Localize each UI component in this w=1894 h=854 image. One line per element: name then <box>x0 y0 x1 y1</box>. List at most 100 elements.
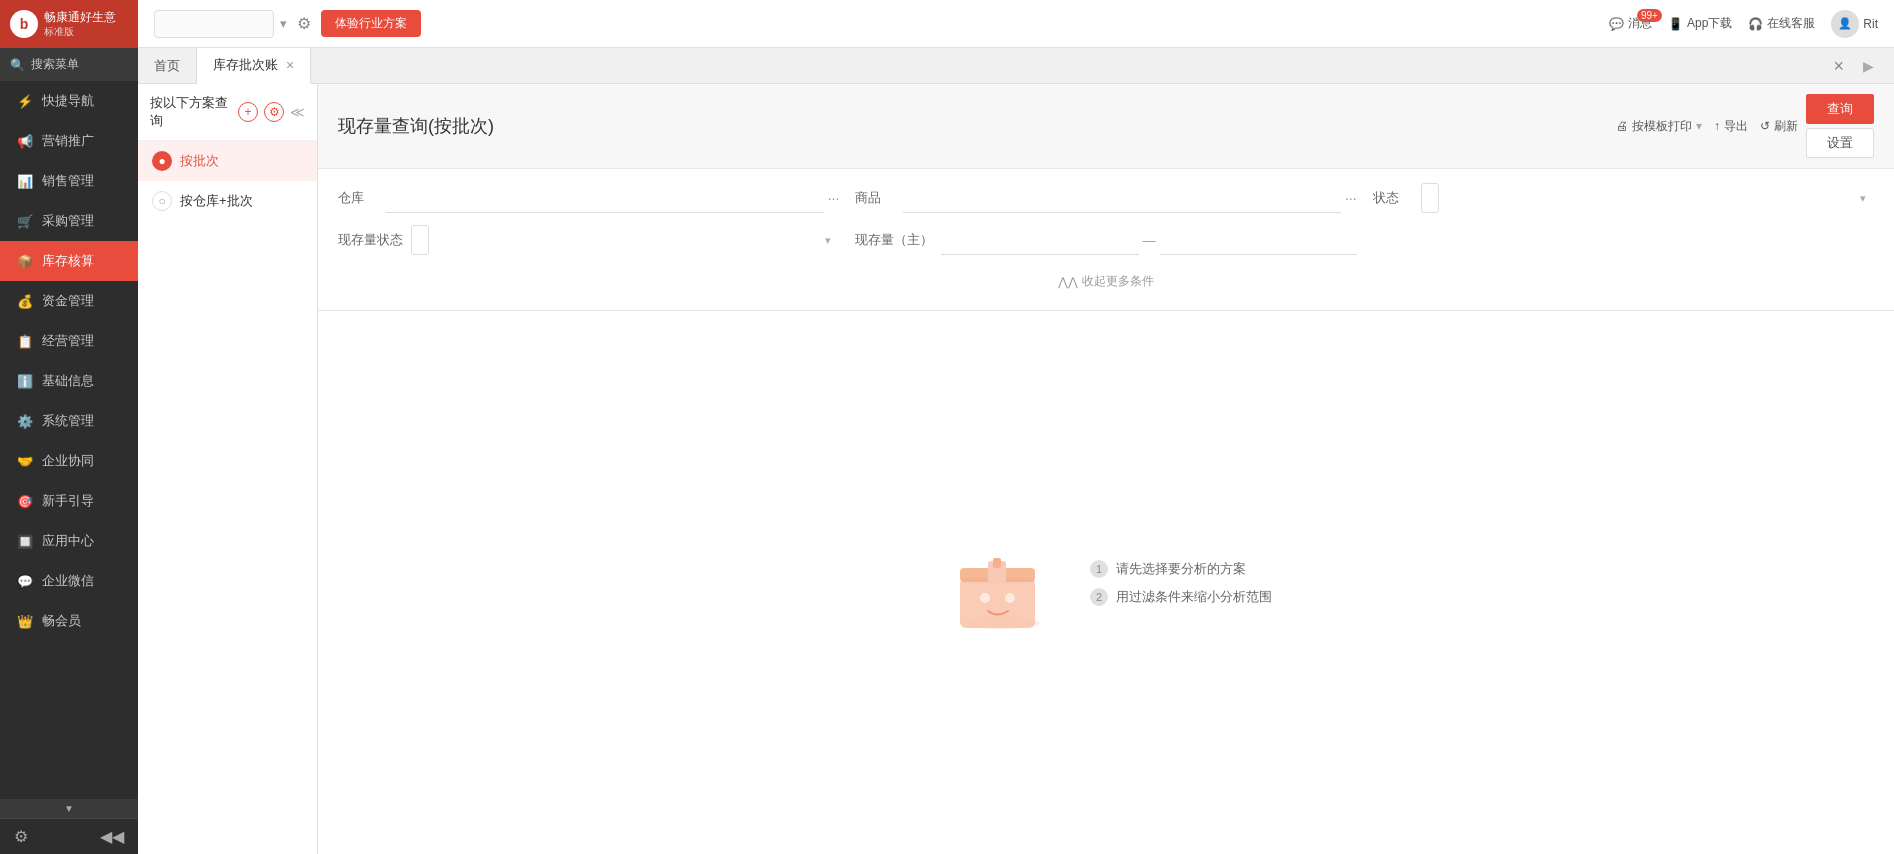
nav-icon-4: 📦 <box>16 252 34 270</box>
empty-state: 1 请先选择要分析的方案 2 用过滤条件来缩小分析范围 <box>318 311 1894 854</box>
export-icon: ↑ <box>1714 119 1720 133</box>
sidebar-item-6[interactable]: 📋经营管理 <box>0 321 138 361</box>
empty-tip-1: 1 请先选择要分析的方案 <box>1090 560 1272 578</box>
scheme-item-warehouse-batch[interactable]: ○ 按仓库+批次 <box>138 181 317 221</box>
collapse-label: 收起更多条件 <box>1082 273 1154 290</box>
sidebar-search[interactable]: 🔍 搜索菜单 <box>0 48 138 81</box>
stock-status-select-wrap <box>411 225 839 255</box>
headset-icon: 🎧 <box>1748 17 1763 31</box>
sidebar-footer: ⚙ ◀◀ <box>0 818 138 854</box>
query-btn[interactable]: 查询 <box>1806 94 1874 124</box>
sidebar-item-1[interactable]: 📢营销推广 <box>0 121 138 161</box>
print-btn[interactable]: 🖨 按模板打印 ▾ <box>1616 118 1702 135</box>
sidebar-item-8[interactable]: ⚙️系统管理 <box>0 401 138 441</box>
messages-badge: 99+ <box>1637 9 1662 22</box>
experience-btn[interactable]: 体验行业方案 <box>321 10 421 37</box>
app-logo: b <box>10 10 38 38</box>
scheme-item-batch[interactable]: ● 按批次 <box>138 141 317 181</box>
brand-name: 畅康通好生意 <box>44 10 116 26</box>
page-title: 现存量查询(按批次) <box>338 114 494 138</box>
scheme-icon-active: ● <box>152 151 172 171</box>
tip-1-text: 请先选择要分析的方案 <box>1116 560 1246 578</box>
online-service-item[interactable]: 🎧 在线客服 <box>1748 15 1815 32</box>
sidebar-item-5[interactable]: 💰资金管理 <box>0 281 138 321</box>
sidebar-item-3[interactable]: 🛒采购管理 <box>0 201 138 241</box>
sidebar-item-12[interactable]: 💬企业微信 <box>0 561 138 601</box>
refresh-btn[interactable]: ↺ 刷新 <box>1760 118 1798 135</box>
nav-icon-13: 👑 <box>16 612 34 630</box>
sidebar: b 畅康通好生意 标准版 🔍 搜索菜单 ⚡快捷导航📢营销推广📊销售管理🛒采购管理… <box>0 0 138 854</box>
tip-num-2: 2 <box>1090 588 1108 606</box>
filter-field-warehouse: 仓库 ··· <box>338 183 839 213</box>
stock-status-select[interactable] <box>411 225 429 255</box>
scheme-label-warehouse-batch: 按仓库+批次 <box>180 192 253 210</box>
manage-scheme-icon[interactable]: ⚙ <box>264 102 284 122</box>
filter-dash: — <box>1139 233 1160 248</box>
product-more-icon[interactable]: ··· <box>1345 190 1357 206</box>
nav-icon-0: ⚡ <box>16 92 34 110</box>
topbar-left: ▾ ⚙ 体验行业方案 <box>154 10 421 38</box>
messages-item[interactable]: 💬 消息 99+ <box>1609 15 1652 32</box>
product-input[interactable] <box>903 183 1341 213</box>
page-actions-left: 🖨 按模板打印 ▾ ↑ 导出 ↺ 刷新 <box>1616 118 1798 135</box>
tab-close-icon[interactable]: × <box>286 57 294 73</box>
sidebar-item-2[interactable]: 📊销售管理 <box>0 161 138 201</box>
collapse-conditions-btn[interactable]: ⋀⋀ 收起更多条件 <box>338 267 1874 296</box>
nav-label-2: 销售管理 <box>42 172 94 190</box>
svg-rect-1 <box>960 578 1035 628</box>
tip-num-1: 1 <box>1090 560 1108 578</box>
topbar-right: 💬 消息 99+ 📱 App下载 🎧 在线客服 👤 Rit <box>1609 10 1878 38</box>
collapse-icon[interactable]: ◀◀ <box>100 827 124 846</box>
tabbar: 首页 库存批次账 × × ▶ <box>138 48 1894 84</box>
settings-icon[interactable]: ⚙ <box>14 827 28 846</box>
topbar-settings-icon[interactable]: ⚙ <box>297 14 311 33</box>
nav-icon-3: 🛒 <box>16 212 34 230</box>
print-dropdown-icon: ▾ <box>1696 119 1702 133</box>
tab-home[interactable]: 首页 <box>138 48 197 84</box>
warehouse-more-icon[interactable]: ··· <box>828 190 840 206</box>
sidebar-item-11[interactable]: 🔲应用中心 <box>0 521 138 561</box>
status-select[interactable] <box>1421 183 1439 213</box>
left-panel: 按以下方案查询 + ⚙ ≪ ● 按批次 ○ 按仓库+批次 <box>138 84 318 854</box>
left-panel-title: 按以下方案查询 <box>150 94 238 130</box>
warehouse-input[interactable] <box>386 183 824 213</box>
sidebar-item-7[interactable]: ℹ️基础信息 <box>0 361 138 401</box>
topbar-search-input[interactable] <box>154 10 274 38</box>
filter-field-stock-status: 现存量状态 <box>338 225 839 255</box>
sidebar-scroll-down[interactable]: ▼ <box>0 799 138 818</box>
print-label: 按模板打印 <box>1632 118 1692 135</box>
tab-home-label: 首页 <box>154 57 180 75</box>
sidebar-item-13[interactable]: 👑畅会员 <box>0 601 138 641</box>
export-label: 导出 <box>1724 118 1748 135</box>
sidebar-item-10[interactable]: 🎯 新手引导 <box>0 481 138 521</box>
tab-inventory[interactable]: 库存批次账 × <box>197 48 311 84</box>
main-area: ▾ ⚙ 体验行业方案 💬 消息 99+ 📱 App下载 🎧 在线客服 👤 <box>138 0 1894 854</box>
sidebar-item-9[interactable]: 🤝企业协同 <box>0 441 138 481</box>
add-scheme-icon[interactable]: + <box>238 102 258 122</box>
export-btn[interactable]: ↑ 导出 <box>1714 118 1748 135</box>
content-area: 按以下方案查询 + ⚙ ≪ ● 按批次 ○ 按仓库+批次 现存量查询(按批次) <box>138 84 1894 854</box>
message-icon: 💬 <box>1609 17 1624 31</box>
nav-icon-10: 🎯 <box>16 492 34 510</box>
tab-area-expand-icon[interactable]: ▶ <box>1863 58 1874 74</box>
svg-rect-4 <box>993 558 1001 568</box>
settings-btn[interactable]: 设置 <box>1806 128 1874 158</box>
nav-label-5: 资金管理 <box>42 292 94 310</box>
refresh-icon: ↺ <box>1760 119 1770 133</box>
stock-amount-max-input[interactable] <box>1160 225 1357 255</box>
nav-label-0: 快捷导航 <box>42 92 94 110</box>
scheme-icon-inactive: ○ <box>152 191 172 211</box>
collapse-left-icon[interactable]: ≪ <box>290 104 305 120</box>
stock-amount-min-input[interactable] <box>941 225 1138 255</box>
stock-status-label: 现存量状态 <box>338 231 403 249</box>
status-label: 状态 <box>1373 189 1413 207</box>
topbar-dropdown-icon[interactable]: ▾ <box>280 16 287 31</box>
sidebar-item-0[interactable]: ⚡ 快捷导航 <box>0 81 138 121</box>
user-item[interactable]: 👤 Rit <box>1831 10 1878 38</box>
tab-area-close-icon[interactable]: × <box>1833 56 1844 77</box>
nav-icon-8: ⚙️ <box>16 412 34 430</box>
nav-label-10: 新手引导 <box>42 492 94 510</box>
app-download-item[interactable]: 📱 App下载 <box>1668 15 1732 32</box>
sidebar-item-4[interactable]: 📦库存核算 <box>0 241 138 281</box>
nav-icon-12: 💬 <box>16 572 34 590</box>
